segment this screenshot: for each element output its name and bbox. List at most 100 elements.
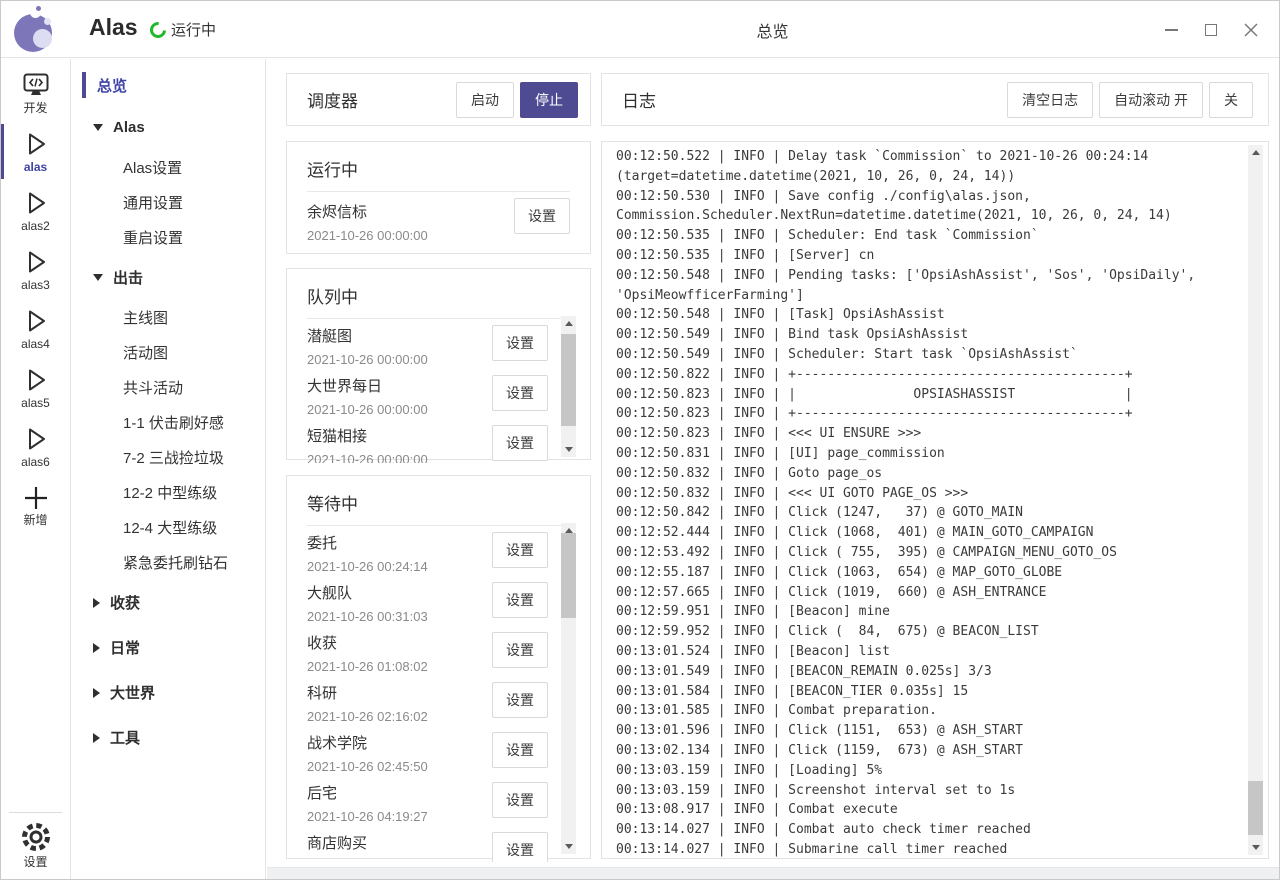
task-row: 余烬信标 2021-10-26 00:00:00 设置	[307, 192, 570, 248]
menu-group-alas[interactable]: Alas	[71, 105, 265, 150]
task-settings-button[interactable]: 设置	[492, 732, 548, 768]
menu-item-general-settings[interactable]: 通用设置	[71, 185, 265, 220]
log-line: 00:13:01.549 | INFO | [BEACON_REMAIN 0.0…	[616, 662, 1238, 682]
log-line: 00:12:50.823 | INFO | <<< UI ENSURE >>>	[616, 424, 1238, 444]
task-settings-button[interactable]: 设置	[492, 682, 548, 718]
scheduler-status: 运行中	[150, 1, 216, 58]
log-line: 00:12:50.832 | INFO | Goto page_os	[616, 464, 1238, 484]
menu-item-overview[interactable]: 总览	[71, 65, 265, 105]
menu-item-c72-mystery-farming[interactable]: 7-2 三战捡垃圾	[71, 440, 265, 475]
pending-title: 队列中	[307, 288, 358, 307]
menu-item-raid[interactable]: 共斗活动	[71, 370, 265, 405]
instance-rail: 开发 alas alas2 alas3 alas4 alas5 alas6 新增	[1, 59, 71, 879]
menu-item-c124-leveling[interactable]: 12-4 大型练级	[71, 510, 265, 545]
play-icon	[22, 130, 50, 158]
log-line: 00:12:50.530 | INFO | Save config ./conf…	[616, 187, 1238, 207]
running-title: 运行中	[307, 161, 358, 180]
log-line: (target=datetime.datetime(2021, 10, 26, …	[616, 167, 1238, 187]
running-panel: 运行中 余烬信标 2021-10-26 00:00:00 设置	[286, 141, 591, 254]
log-line: 'OpsiMeowfficerFarming']	[616, 286, 1238, 306]
autoscroll-toggle-button[interactable]: 自动滚动 开	[1099, 82, 1203, 118]
log-line: 00:13:03.159 | INFO | [Loading] 5%	[616, 761, 1238, 781]
menu-group-daily[interactable]: 日常	[71, 625, 265, 670]
scrollbar-thumb[interactable]	[1248, 781, 1263, 835]
scrollbar[interactable]	[1248, 145, 1263, 855]
scheduler-title: 调度器	[307, 87, 358, 112]
task-settings-button[interactable]: 设置	[492, 832, 548, 862]
log-line: 00:12:52.444 | INFO | Click (1068, 401) …	[616, 523, 1238, 543]
log-line: 00:13:02.134 | INFO | Click (1159, 673) …	[616, 741, 1238, 761]
close-icon	[1244, 23, 1258, 37]
menu-item-event-chapter[interactable]: 活动图	[71, 335, 265, 370]
clear-log-button[interactable]: 清空日志	[1007, 82, 1093, 118]
code-monitor-icon	[21, 72, 51, 99]
log-line: 00:12:50.823 | INFO | +-----------------…	[616, 404, 1238, 424]
scrollbar[interactable]	[561, 316, 576, 457]
play-icon	[22, 366, 50, 394]
log-header-panel: 日志 清空日志 自动滚动 开 关	[601, 73, 1269, 126]
chevron-down-icon	[93, 274, 103, 281]
pending-task-list: 潜艇图 2021-10-26 00:00:00 设置 大世界每日 2021-10…	[307, 319, 548, 463]
menu-item-c11-affinity[interactable]: 1-1 伏击刷好感	[71, 405, 265, 440]
scheduler-start-button[interactable]: 启动	[456, 82, 514, 118]
menu-item-restart-settings[interactable]: 重启设置	[71, 220, 265, 255]
play-icon	[22, 248, 50, 276]
log-line: Commission.Scheduler.NextRun=datetime.da…	[616, 206, 1238, 226]
close-button[interactable]	[1231, 10, 1271, 50]
rail-item-alas3[interactable]: alas3	[1, 240, 70, 299]
log-line: 00:12:53.492 | INFO | Click ( 755, 395) …	[616, 543, 1238, 563]
task-settings-button[interactable]: 设置	[492, 782, 548, 818]
task-settings-button[interactable]: 设置	[492, 532, 548, 568]
status-label: 运行中	[171, 19, 216, 40]
minimize-button[interactable]	[1151, 10, 1191, 50]
horizontal-scrollbar[interactable]	[267, 867, 1279, 879]
menu-item-gems-farming[interactable]: 紧急委托刷钻石	[71, 545, 265, 580]
log-panel: 00:12:50.522 | INFO | Delay task `Commis…	[601, 141, 1269, 859]
rail-item-label: alas4	[21, 338, 50, 350]
rail-item-settings[interactable]: 设置	[1, 815, 70, 874]
rail-item-alas[interactable]: alas	[1, 122, 70, 181]
menu-item-main-chapter[interactable]: 主线图	[71, 300, 265, 335]
scrollbar-thumb[interactable]	[561, 533, 576, 618]
rail-item-alas2[interactable]: alas2	[1, 181, 70, 240]
log-line: 00:12:50.831 | INFO | [UI] page_commissi…	[616, 444, 1238, 464]
scrollbar-thumb[interactable]	[561, 334, 576, 426]
menu-item-c122-leveling[interactable]: 12-2 中型练级	[71, 475, 265, 510]
menu-group-reward[interactable]: 收获	[71, 580, 265, 625]
chevron-right-icon	[93, 688, 100, 698]
maximize-button[interactable]	[1191, 10, 1231, 50]
rail-item-dev[interactable]: 开发	[1, 63, 70, 122]
maximize-icon	[1205, 24, 1217, 36]
rail-item-label: alas5	[21, 397, 50, 409]
rail-item-label: alas6	[21, 456, 50, 468]
menu-group-opsi[interactable]: 大世界	[71, 670, 265, 715]
plus-icon	[23, 485, 49, 511]
scheduler-stop-button[interactable]: 停止	[520, 82, 578, 118]
rail-item-add[interactable]: 新增	[1, 476, 70, 535]
window-controls	[1151, 1, 1271, 58]
rail-item-alas5[interactable]: alas5	[1, 358, 70, 417]
task-settings-button[interactable]: 设置	[492, 582, 548, 618]
task-settings-button[interactable]: 设置	[492, 325, 548, 361]
log-line: 00:13:01.524 | INFO | [Beacon] list	[616, 642, 1238, 662]
log-line: 00:12:50.549 | INFO | Bind task OpsiAshA…	[616, 325, 1238, 345]
task-settings-button[interactable]: 设置	[492, 632, 548, 668]
rail-item-alas6[interactable]: alas6	[1, 417, 70, 476]
menu-group-tools[interactable]: 工具	[71, 715, 265, 760]
rail-item-alas4[interactable]: alas4	[1, 299, 70, 358]
autoscroll-off-button[interactable]: 关	[1209, 82, 1253, 118]
log-line: 00:12:59.952 | INFO | Click ( 84, 675) @…	[616, 622, 1238, 642]
scheduler-panel: 调度器 启动 停止	[286, 73, 591, 126]
chevron-right-icon	[93, 733, 100, 743]
scrollbar[interactable]	[561, 523, 576, 854]
task-row: 潜艇图 2021-10-26 00:00:00 设置	[307, 319, 548, 369]
log-title: 日志	[622, 87, 656, 112]
menu-group-sortie[interactable]: 出击	[71, 255, 265, 300]
task-settings-button[interactable]: 设置	[492, 375, 548, 411]
log-line: 00:13:03.159 | INFO | Screenshot interva…	[616, 781, 1238, 801]
task-settings-button[interactable]: 设置	[492, 425, 548, 461]
log-line: 00:12:50.548 | INFO | [Task] OpsiAshAssi…	[616, 305, 1238, 325]
menu-item-alas-settings[interactable]: Alas设置	[71, 150, 265, 185]
task-settings-button[interactable]: 设置	[514, 198, 570, 234]
task-row: 大舰队 2021-10-26 00:31:03 设置	[307, 576, 548, 626]
